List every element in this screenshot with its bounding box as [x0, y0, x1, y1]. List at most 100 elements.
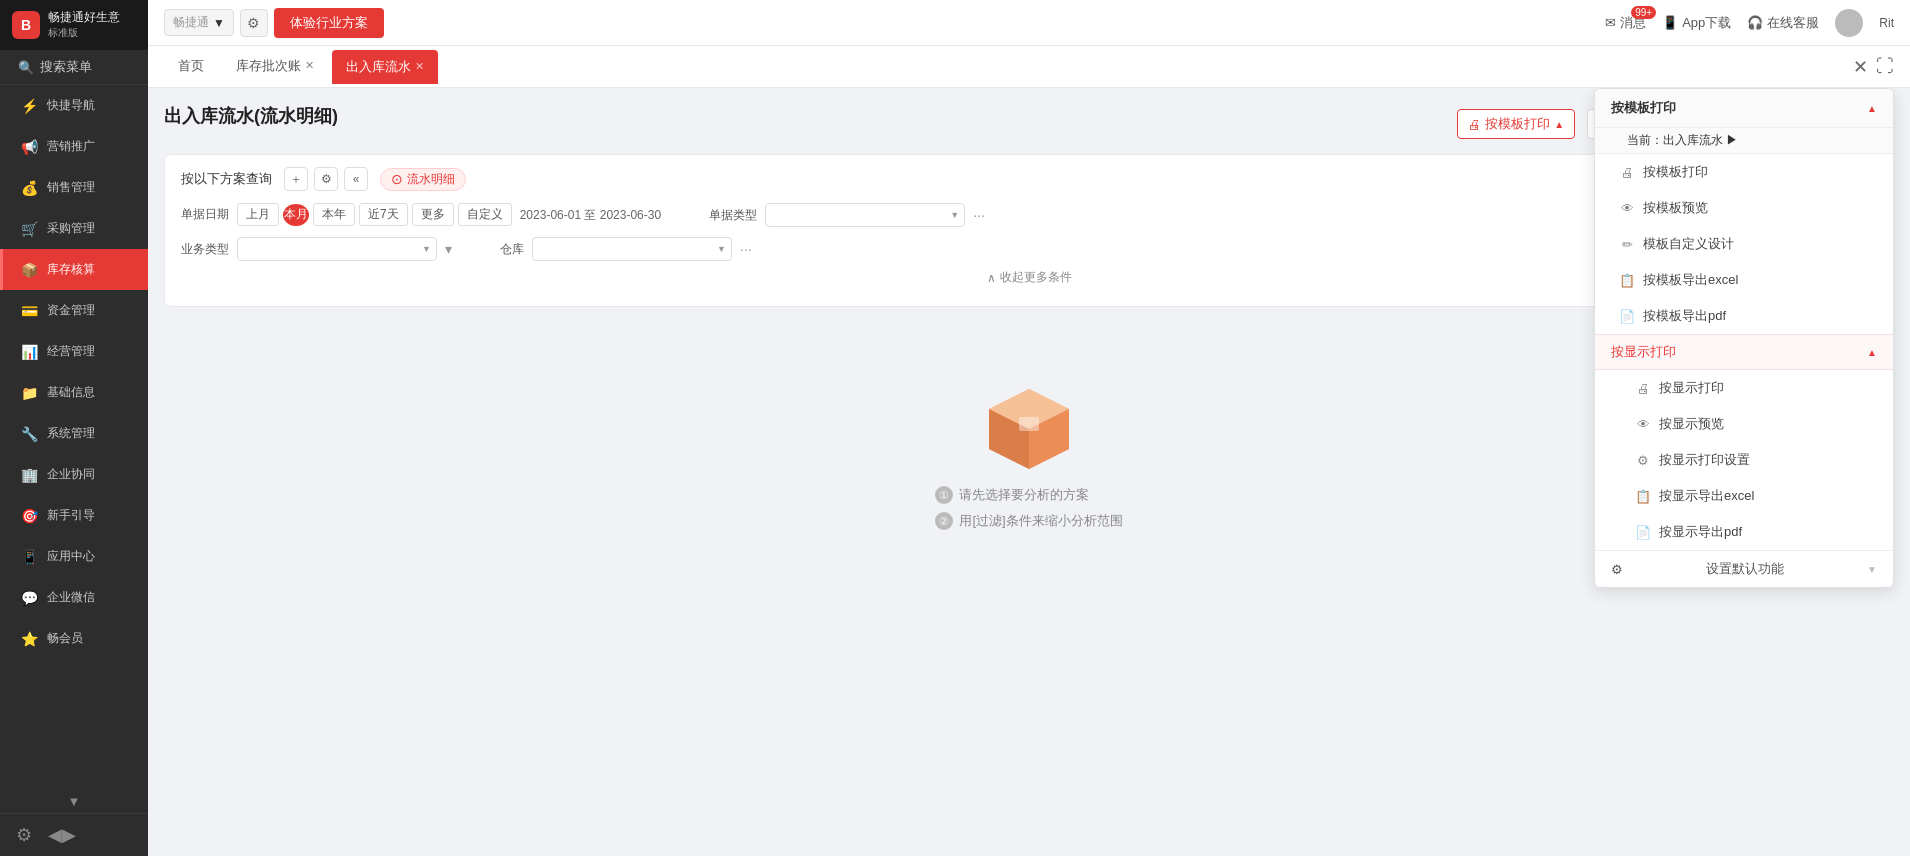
date-buttons: 上月 本月 本年 近7天 更多 自定义: [237, 203, 512, 226]
empty-steps: ① 请先选择要分析的方案 ② 用[过滤]条件来缩小分析范围: [935, 482, 1122, 534]
biz-type-label: 业务类型: [181, 241, 229, 258]
purchase-icon: 🛒: [19, 221, 39, 237]
warehouse-filter-group: 仓库 ···: [500, 237, 752, 261]
sidebar-item-quick-nav[interactable]: ⚡ 快捷导航: [0, 85, 148, 126]
quick-nav-icon: ⚡: [19, 98, 39, 114]
template-preview-icon: 👁: [1619, 200, 1635, 216]
current-chevron-icon: ▶: [1726, 133, 1738, 147]
sidebar-item-basic[interactable]: 📁 基础信息: [0, 372, 148, 413]
main-area: 畅捷通 ▼ ⚙ 体验行业方案 ✉ 消息 99+ 📱 App下载 🎧 在线客服 R…: [148, 0, 1910, 856]
doc-type-more-icon[interactable]: ···: [973, 207, 985, 223]
add-filter-button[interactable]: ＋: [284, 167, 308, 191]
dropdown-item-template-preview[interactable]: 👁 按模板预览: [1595, 190, 1893, 226]
online-service-button[interactable]: 🎧 在线客服: [1747, 14, 1819, 32]
topbar-right: ✉ 消息 99+ 📱 App下载 🎧 在线客服 Rit: [1605, 9, 1894, 37]
warehouse-select-wrapper: [532, 237, 732, 261]
sidebar-item-marketing[interactable]: 📢 营销推广: [0, 126, 148, 167]
dropdown-footer-settings[interactable]: ⚙ 设置默认功能 ▼: [1595, 550, 1893, 587]
tab-maximize[interactable]: ⛶: [1876, 56, 1894, 78]
phone-icon: 📱: [1662, 15, 1678, 30]
tab-inventory-batch[interactable]: 库存批次账 ✕: [222, 49, 328, 85]
biz-type-more-icon[interactable]: ▾: [445, 241, 452, 257]
sidebar-item-finance[interactable]: 💳 资金管理: [0, 290, 148, 331]
sidebar-item-app-center[interactable]: 📱 应用中心: [0, 536, 148, 577]
enterprise-icon: 🏢: [19, 467, 39, 483]
headset-icon: 🎧: [1747, 15, 1763, 30]
sidebar-item-purchase[interactable]: 🛒 采购管理: [0, 208, 148, 249]
dropdown-item-display-preview[interactable]: 👁 按显示预览: [1595, 406, 1893, 442]
warehouse-more-icon[interactable]: ···: [740, 241, 752, 257]
dropdown-item-display-print[interactable]: 🖨 按显示打印: [1595, 370, 1893, 406]
tab-close-inventory-batch[interactable]: ✕: [305, 59, 314, 72]
date-btn-more[interactable]: 更多: [412, 203, 454, 226]
sidebar-item-sales[interactable]: 💰 销售管理: [0, 167, 148, 208]
wechat-icon: 💬: [19, 590, 39, 606]
dropdown-item-template-excel[interactable]: 📋 按模板导出excel: [1595, 262, 1893, 298]
user-selector[interactable]: 畅捷通 ▼: [164, 9, 234, 36]
date-btn-this-month[interactable]: 本月: [283, 204, 309, 226]
filter-tag: ⊙ 流水明细: [380, 168, 466, 191]
operations-icon: 📊: [19, 344, 39, 360]
logo-icon: B: [12, 11, 40, 39]
tabbar: 首页 库存批次账 ✕ 出入库流水 ✕ ✕ ⛶: [148, 46, 1910, 88]
doc-type-filter-group: 单据类型 ···: [709, 203, 985, 227]
filter-tag-icon: ⊙: [391, 171, 403, 187]
dropdown-item-template-custom[interactable]: ✏ 模板自定义设计: [1595, 226, 1893, 262]
date-btn-7days[interactable]: 近7天: [359, 203, 408, 226]
collapse-icon[interactable]: ◀▶: [48, 824, 76, 846]
doc-type-select-wrapper: [765, 203, 965, 227]
sidebar-item-operations[interactable]: 📊 经营管理: [0, 331, 148, 372]
biz-type-select[interactable]: [237, 237, 437, 261]
tab-close-all[interactable]: ✕: [1853, 56, 1868, 78]
sidebar-item-inventory[interactable]: 📦 库存核算: [0, 249, 148, 290]
dropdown-item-display-settings[interactable]: ⚙ 按显示打印设置: [1595, 442, 1893, 478]
settings-icon[interactable]: ⚙: [16, 824, 32, 846]
current-template-label: 当前：出入库流水 ▶: [1595, 128, 1893, 154]
sidebar-item-system[interactable]: 🔧 系统管理: [0, 413, 148, 454]
user-avatar[interactable]: [1835, 9, 1863, 37]
dropdown-item-template-print[interactable]: 🖨 按模板打印: [1595, 154, 1893, 190]
sidebar-bottom: ⚙ ◀▶: [0, 813, 148, 856]
logo-text: 畅捷通好生意 标准版: [48, 10, 120, 40]
printer-icon: 🖨: [1468, 117, 1481, 132]
template-excel-icon: 📋: [1619, 272, 1635, 288]
template-custom-icon: ✏: [1619, 236, 1635, 252]
biz-type-filter-group: 业务类型 ▾: [181, 237, 452, 261]
display-excel-icon: 📋: [1635, 488, 1651, 504]
date-btn-custom[interactable]: 自定义: [458, 203, 512, 226]
sidebar-item-wechat[interactable]: 💬 企业微信: [0, 577, 148, 618]
date-btn-this-year[interactable]: 本年: [313, 203, 355, 226]
tab-home[interactable]: 首页: [164, 49, 218, 85]
empty-step-1: ① 请先选择要分析的方案: [935, 482, 1122, 508]
warehouse-select[interactable]: [532, 237, 732, 261]
dropdown-item-display-excel[interactable]: 📋 按显示导出excel: [1595, 478, 1893, 514]
date-btn-last-month[interactable]: 上月: [237, 203, 279, 226]
sidebar-search[interactable]: 🔍 搜索菜单: [0, 50, 148, 85]
tab-inout-flow[interactable]: 出入库流水 ✕: [332, 50, 438, 84]
dropdown-item-display-pdf[interactable]: 📄 按显示导出pdf: [1595, 514, 1893, 550]
display-print-section[interactable]: 按显示打印 ▲: [1595, 334, 1893, 370]
sidebar-item-membership[interactable]: ⭐ 畅会员: [0, 618, 148, 659]
filter-settings-button[interactable]: ⚙: [314, 167, 338, 191]
message-icon: ✉: [1605, 15, 1616, 30]
content-area: 出入库流水(流水明细) 🖨 按模板打印 ▲ ⬆ 导出 ↻ 刷新 ··· 查询 设…: [148, 88, 1910, 856]
marketing-icon: 📢: [19, 139, 39, 155]
trial-button[interactable]: 体验行业方案: [274, 8, 384, 38]
print-template-button[interactable]: 🖨 按模板打印 ▲: [1457, 109, 1575, 139]
sidebar-scroll-down[interactable]: ▼: [0, 790, 148, 813]
sidebar-item-enterprise[interactable]: 🏢 企业协同: [0, 454, 148, 495]
collapse-filter-button[interactable]: «: [344, 167, 368, 191]
settings-button[interactable]: ⚙: [240, 9, 268, 37]
page-title: 出入库流水(流水明细): [164, 104, 338, 128]
sidebar-item-guide[interactable]: 🎯 新手引导: [0, 495, 148, 536]
sidebar: B 畅捷通好生意 标准版 🔍 搜索菜单 ⚡ 快捷导航 📢 营销推广 💰 销售管理…: [0, 0, 148, 856]
tab-close-inout-flow[interactable]: ✕: [415, 60, 424, 73]
dropdown-collapse-icon[interactable]: ▲: [1867, 103, 1877, 114]
empty-step-2: ② 用[过滤]条件来缩小分析范围: [935, 508, 1122, 534]
dropdown-item-template-pdf[interactable]: 📄 按模板导出pdf: [1595, 298, 1893, 334]
chevron-up-collapse-icon: ∧: [987, 271, 996, 285]
filter-actions: ＋ ⚙ «: [284, 167, 368, 191]
doc-type-select[interactable]: [765, 203, 965, 227]
message-button[interactable]: ✉ 消息 99+: [1605, 14, 1646, 32]
app-download-button[interactable]: 📱 App下载: [1662, 14, 1731, 32]
